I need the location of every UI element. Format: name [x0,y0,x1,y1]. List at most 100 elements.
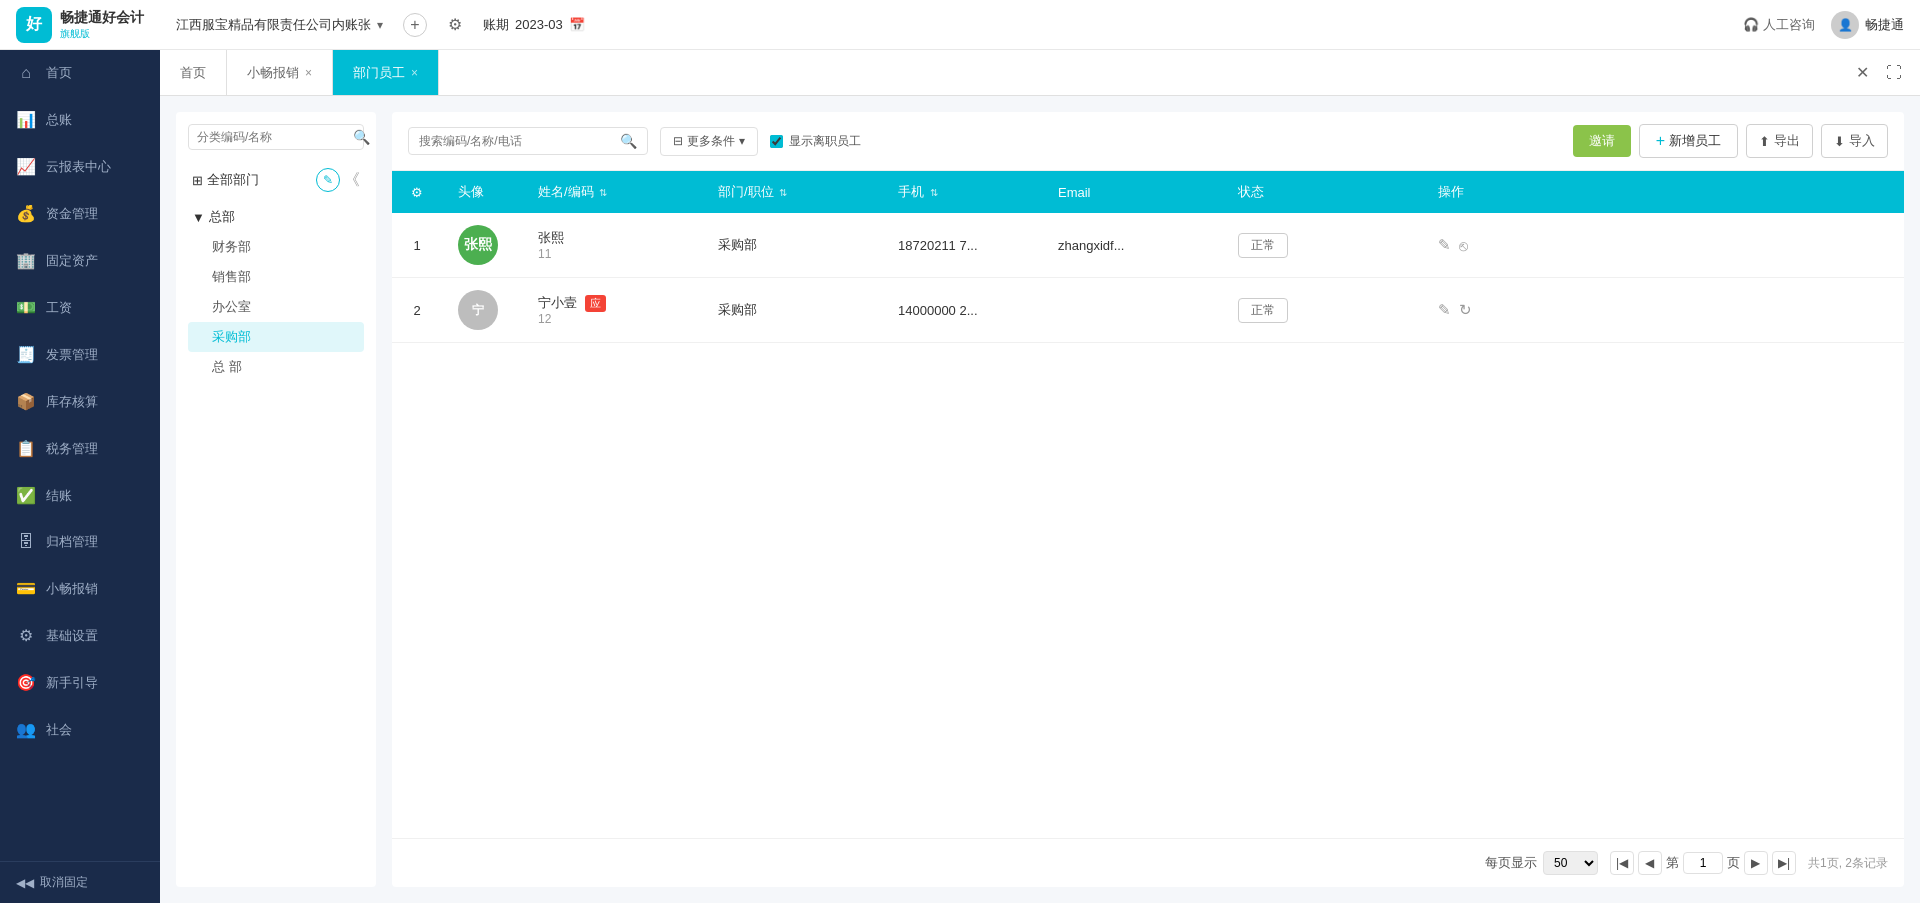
invite-button[interactable]: 邀请 [1573,125,1631,157]
show-resigned-input[interactable] [770,135,783,148]
dept-parent-head[interactable]: ▼ 总部 [188,202,364,232]
dept-child-finance[interactable]: 财务部 [188,232,364,262]
sidebar-item-label: 新手引导 [46,674,98,692]
company-selector[interactable]: 江西服宝精品有限责任公司内账张 ▾ [176,16,383,34]
calendar-icon[interactable]: 📅 [569,17,585,32]
dept-panel: 🔍 ⊞ 全部部门 ✎ 《 ▼ 总部 [176,112,376,887]
filter-label: 更多条件 [687,133,735,150]
user-avatar-area[interactable]: 👤 畅捷通 [1831,11,1904,39]
employee-panel: 🔍 ⊟ 更多条件 ▾ 显示离职员工 邀请 + [392,112,1904,887]
prev-page-button[interactable]: ◀ [1638,851,1662,875]
sidebar-item-invoice[interactable]: 🧾 发票管理 [0,331,160,378]
sidebar-item-label: 归档管理 [46,533,98,551]
sidebar-item-tax[interactable]: 📋 税务管理 [0,425,160,472]
assets-icon: 🏢 [16,251,36,270]
sidebar-scroll: ⌂ 首页 📊 总账 📈 云报表中心 💰 资金管理 🏢 固定资产 💵 工资 [0,50,160,861]
page-number-input[interactable] [1683,852,1723,874]
tab-expense-close-icon[interactable]: × [305,66,312,80]
more-filter-button[interactable]: ⊟ 更多条件 ▾ [660,127,758,156]
edit-icon[interactable]: ✎ [1438,236,1451,254]
sidebar-item-home[interactable]: ⌂ 首页 [0,50,160,96]
sidebar-item-social[interactable]: 👥 社会 [0,706,160,753]
maximize-tab-button[interactable]: ⛶ [1880,59,1908,87]
home-icon: ⌂ [16,64,36,82]
sidebar-item-label: 固定资产 [46,252,98,270]
dept-child-purchase[interactable]: 采购部 [188,322,364,352]
dept-search-input[interactable] [197,130,347,144]
row1-avatar-cell: 张熙 [442,213,522,278]
dept-office-label: 办公室 [212,299,251,314]
tab-actions: ✕ ⛶ [1848,59,1920,87]
dept-child-general[interactable]: 总 部 [188,352,364,382]
col-email: Email [1042,171,1222,213]
guide-icon: 🎯 [16,673,36,692]
archive-icon: 🗄 [16,533,36,551]
dept-search-box[interactable]: 🔍 [188,124,364,150]
dept-edit-button[interactable]: ✎ [316,168,340,192]
unpin-sidebar-button[interactable]: ◀◀ 取消固定 [0,861,160,903]
col-phone[interactable]: 手机 ⇅ [882,171,1042,213]
dept-child-sales[interactable]: 销售部 [188,262,364,292]
col-settings[interactable]: ⚙ [392,171,442,213]
dept-group-head: ▼ 总部 财务部 销售部 办公室 采购部 [188,202,364,382]
row2-index: 2 [392,278,442,343]
period-area: 账期 2023-03 📅 [483,16,585,34]
employee-avatar: 宁 [458,290,498,330]
show-resigned-checkbox[interactable]: 显示离职员工 [770,133,861,150]
add-employee-button[interactable]: + 新增员工 [1639,124,1738,158]
sidebar-item-inventory[interactable]: 📦 库存核算 [0,378,160,425]
tab-home[interactable]: 首页 [160,50,227,95]
settings-icon[interactable]: ⚙ [443,13,467,37]
employee-name-text: 宁小壹 [538,295,577,310]
sidebar-item-cloud-reports[interactable]: 📈 云报表中心 [0,143,160,190]
logo-title: 畅捷通好会计 [60,9,144,27]
per-page-select[interactable]: 50 100 200 [1543,851,1598,875]
sidebar-item-salary[interactable]: 💵 工资 [0,284,160,331]
tab-dept-employee[interactable]: 部门员工 × [333,50,439,95]
period-label: 账期 [483,16,509,34]
employee-search-box[interactable]: 🔍 [408,127,648,155]
close-tab-button[interactable]: ✕ [1848,59,1876,87]
sidebar-item-beginner-guide[interactable]: 🎯 新手引导 [0,659,160,706]
sidebar-item-basic-settings[interactable]: ⚙ 基础设置 [0,612,160,659]
sidebar-item-close-books[interactable]: ✅ 结账 [0,472,160,519]
refresh-icon[interactable]: ↻ [1459,301,1472,319]
export-button[interactable]: ⬆ 导出 [1746,124,1813,158]
headset-icon: 🎧 [1743,17,1759,32]
user-name: 畅捷通 [1865,16,1904,34]
tab-dept-close-icon[interactable]: × [411,66,418,80]
col-dept[interactable]: 部门/职位 ⇅ [702,171,882,213]
sidebar-item-general-ledger[interactable]: 📊 总账 [0,96,160,143]
sidebar-item-label: 小畅报销 [46,580,98,598]
page-size-selector[interactable]: 每页显示 50 100 200 [1485,851,1598,875]
add-tab-button[interactable]: + [403,13,427,37]
sidebar-item-fund-management[interactable]: 💰 资金管理 [0,190,160,237]
sidebar-item-expense[interactable]: 💳 小畅报销 [0,565,160,612]
first-page-button[interactable]: |◀ [1610,851,1634,875]
service-button[interactable]: 🎧 人工咨询 [1743,16,1815,34]
employee-toolbar: 🔍 ⊟ 更多条件 ▾ 显示离职员工 邀请 + [392,112,1904,171]
sidebar-item-archive[interactable]: 🗄 归档管理 [0,519,160,565]
search-icon: 🔍 [620,133,637,149]
collapse-dept-icon[interactable]: 《 [344,170,360,191]
tax-icon: 📋 [16,439,36,458]
dept-sales-label: 销售部 [212,269,251,284]
import-button[interactable]: ⬇ 导入 [1821,124,1888,158]
import-label: 导入 [1849,132,1875,150]
logout-icon[interactable]: ⎋ [1459,237,1468,254]
col-name[interactable]: 姓名/编码 ⇅ [522,171,702,213]
sidebar-item-fixed-assets[interactable]: 🏢 固定资产 [0,237,160,284]
edit-icon[interactable]: ✎ [1438,301,1451,319]
employee-code: 12 [538,312,686,326]
employee-search-input[interactable] [419,134,614,148]
tab-expense-label: 小畅报销 [247,64,299,82]
last-page-button[interactable]: ▶| [1772,851,1796,875]
logo-text-area: 畅捷通好会计 旗舰版 [60,9,144,41]
dept-child-office[interactable]: 办公室 [188,292,364,322]
tab-expense[interactable]: 小畅报销 × [227,50,333,95]
page-nav: |◀ ◀ 第 页 ▶ ▶| [1610,851,1796,875]
dept-header-right: ✎ 《 [316,168,360,192]
expense-icon: 💳 [16,579,36,598]
all-dept-button[interactable]: ⊞ 全部部门 [192,171,259,189]
next-page-button[interactable]: ▶ [1744,851,1768,875]
